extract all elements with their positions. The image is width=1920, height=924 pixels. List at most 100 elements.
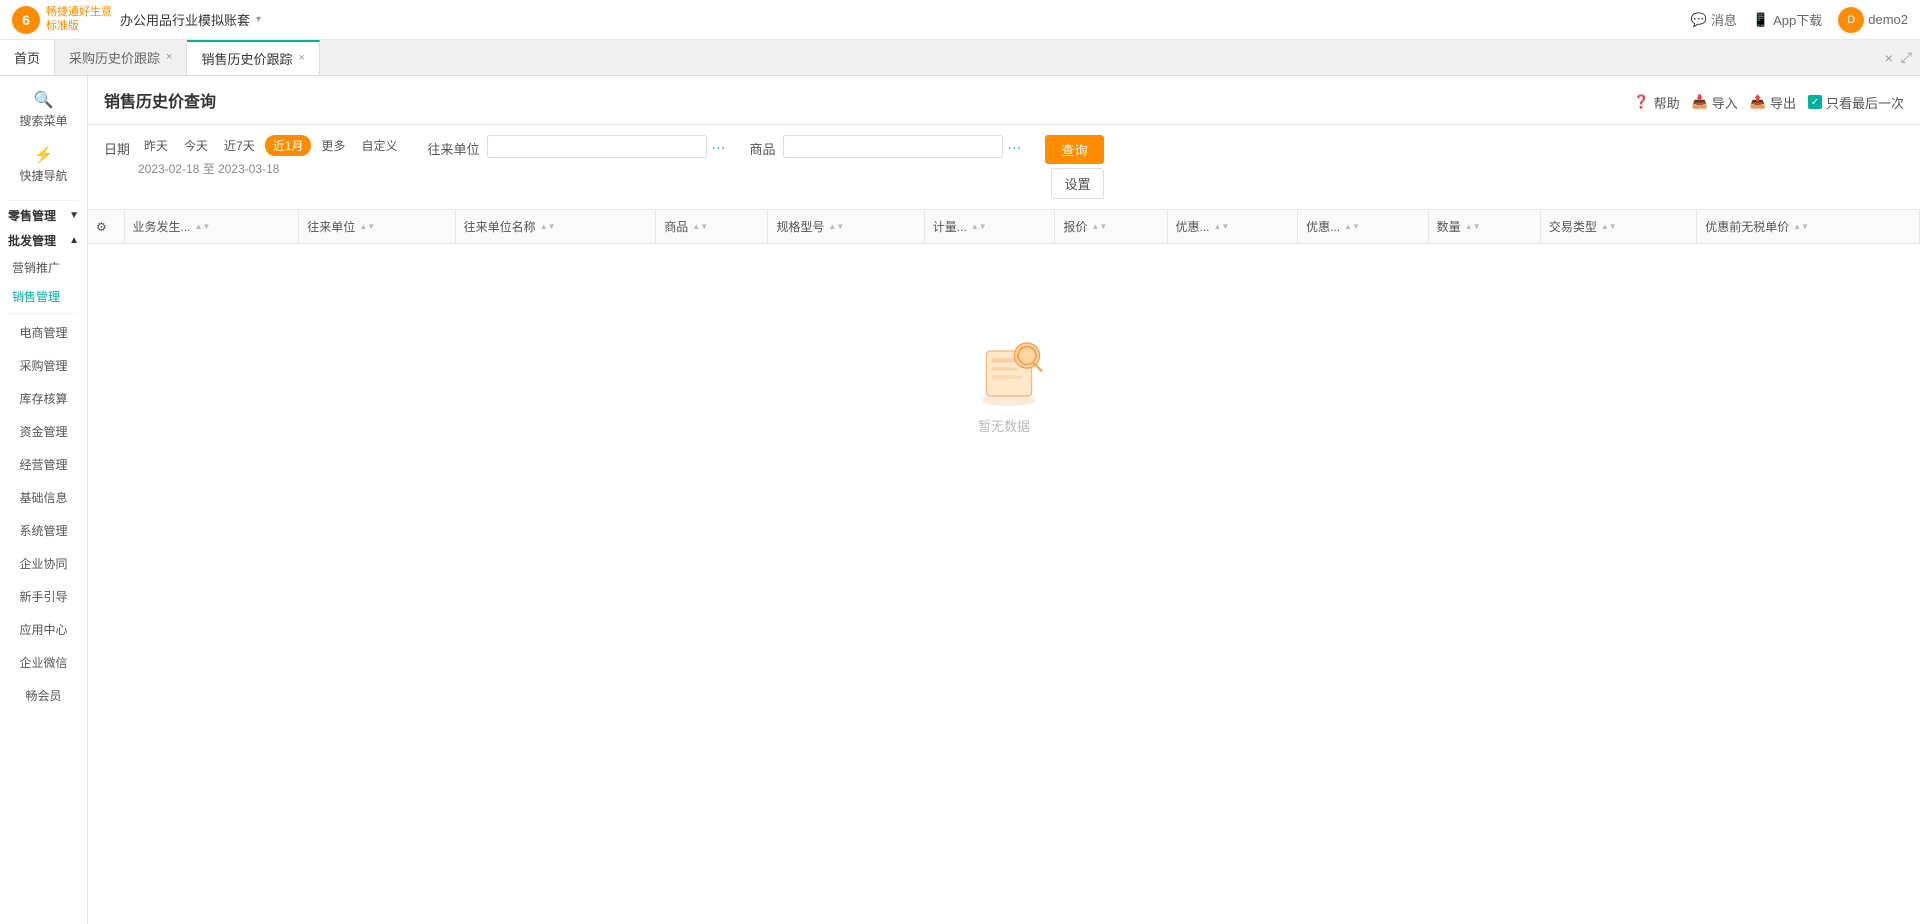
help-button[interactable]: ❓ 帮助 [1633, 93, 1679, 112]
app-dropdown-arrow[interactable]: ▾ [256, 14, 261, 25]
col-partner-code[interactable]: 往来单位 ▲▼ [299, 210, 455, 244]
filter-bar: 日期 昨天 今天 近7天 近1月 更多 自定义 2023-02-18 至 202… [88, 125, 1920, 210]
sort-icon-partner-code: ▲▼ [359, 223, 375, 231]
filter-action-buttons: 查询 设置 [1045, 135, 1103, 199]
partner-search-icon[interactable]: ··· [711, 139, 725, 155]
sidebar-item-marketing[interactable]: 营销推广 [0, 253, 87, 282]
col-unit[interactable]: 计量... ▲▼ [924, 210, 1055, 244]
col-product[interactable]: 商品 ▲▼ [656, 210, 768, 244]
col-pre-tax-price[interactable]: 优惠前无税单价 ▲▼ [1697, 210, 1920, 244]
topbar-left: 6 畅捷通好生意 标准版 办公用品行业模拟账套 ▾ [12, 6, 261, 34]
setting-button[interactable]: 设置 [1051, 168, 1103, 199]
empty-icon [964, 324, 1044, 404]
empty-illustration [964, 324, 1054, 414]
col-discount2[interactable]: 优惠... ▲▼ [1298, 210, 1429, 244]
page-header: 销售历史价查询 ❓ 帮助 📥 导入 📤 导出 ✓ [88, 76, 1920, 125]
empty-state: 暂无数据 [88, 244, 1920, 515]
logo-icon: 6 [12, 6, 40, 34]
product-input-area: ··· [783, 135, 1021, 158]
col-partner-name[interactable]: 往来单位名称 ▲▼ [455, 210, 656, 244]
tab-sales-history[interactable]: 销售历史价跟踪 × [187, 40, 319, 75]
date-btn-1month[interactable]: 近1月 [265, 135, 312, 156]
sidebar-item-shortcut[interactable]: ⚡ 快捷导航 [0, 137, 87, 192]
only-last-checkbox[interactable]: ✓ 只看最后一次 [1808, 93, 1904, 112]
content-area: 销售历史价查询 ❓ 帮助 📥 导入 📤 导出 ✓ [88, 76, 1920, 924]
product-filter-group: 商品 ··· [749, 135, 1021, 158]
sort-icon-spec: ▲▼ [828, 223, 844, 231]
import-icon: 📥 [1692, 94, 1708, 110]
sidebar-item-system[interactable]: 系统管理 [0, 514, 87, 547]
date-btn-more[interactable]: 更多 [315, 135, 351, 156]
sort-icon-discount1: ▲▼ [1214, 223, 1230, 231]
col-discount1[interactable]: 优惠... ▲▼ [1167, 210, 1298, 244]
export-button[interactable]: 📤 导出 [1750, 93, 1796, 112]
app-download-button[interactable]: 📱 App下载 [1753, 10, 1822, 29]
sidebar-item-ecommerce[interactable]: 电商管理 [0, 316, 87, 349]
date-btn-today[interactable]: 今天 [178, 135, 214, 156]
date-btn-7days[interactable]: 近7天 [218, 135, 261, 156]
data-table: ⚙ 业务发生... ▲▼ 往来单位 ▲▼ [88, 210, 1920, 244]
page-toolbar: ❓ 帮助 📥 导入 📤 导出 ✓ 只看最后一次 [1633, 93, 1904, 120]
sidebar-item-enterprise[interactable]: 企业协同 [0, 547, 87, 580]
sort-icon-partner-name: ▲▼ [540, 223, 556, 231]
sidebar-item-guide[interactable]: 新手引导 [0, 580, 87, 613]
help-icon: ❓ [1633, 94, 1649, 110]
date-buttons: 昨天 今天 近7天 近1月 更多 自定义 2023-02-18 至 2023-0… [138, 135, 403, 177]
col-quote[interactable]: 报价 ▲▼ [1055, 210, 1167, 244]
sidebar-item-wechat[interactable]: 企业微信 [0, 646, 87, 679]
sort-icon-trade-type: ▲▼ [1601, 223, 1617, 231]
date-range-display: 2023-02-18 至 2023-03-18 [138, 160, 403, 177]
partner-filter-label: 往来单位 [427, 135, 479, 158]
retail-arrow-icon: ▼ [69, 210, 79, 221]
partner-input[interactable] [487, 135, 707, 158]
close-window-button[interactable]: × [1885, 50, 1893, 66]
product-input[interactable] [783, 135, 1003, 158]
sidebar-divider-1 [8, 200, 79, 201]
search-icon: 🔍 [34, 90, 54, 110]
sidebar-group-wholesale[interactable]: 批发管理 ▲ [0, 228, 87, 253]
tab-purchase-history[interactable]: 采购历史价跟踪 × [55, 40, 187, 75]
sidebar-top-section: 🔍 搜索菜单 ⚡ 快捷导航 [0, 76, 87, 198]
sidebar-item-member[interactable]: 畅会员 [0, 679, 87, 712]
current-app-name: 办公用品行业模拟账套 [120, 10, 250, 29]
topbar-app[interactable]: 办公用品行业模拟账套 ▾ [120, 10, 261, 29]
settings-icon[interactable]: ⚙ [96, 220, 107, 234]
query-button[interactable]: 查询 [1045, 135, 1103, 164]
tabbar: 首页 采购历史价跟踪 × 销售历史价跟踪 × × ⤢ [0, 40, 1920, 76]
maximize-window-button[interactable]: ⤢ [1901, 49, 1912, 66]
main-layout: 🔍 搜索菜单 ⚡ 快捷导航 零售管理 ▼ 批发管理 ▲ 营销推广 销售管理 电商… [0, 76, 1920, 924]
date-btn-custom[interactable]: 自定义 [355, 135, 403, 156]
checkbox-icon: ✓ [1808, 95, 1822, 109]
sidebar-item-inventory[interactable]: 库存核算 [0, 382, 87, 415]
sidebar-item-search[interactable]: 🔍 搜索菜单 [0, 82, 87, 137]
import-button[interactable]: 📥 导入 [1692, 93, 1738, 112]
tab-close-sales[interactable]: × [298, 53, 304, 64]
sidebar-item-finance[interactable]: 资金管理 [0, 415, 87, 448]
col-biz-date[interactable]: 业务发生... ▲▼ [124, 210, 299, 244]
product-search-icon[interactable]: ··· [1007, 139, 1021, 155]
partner-filter-group: 往来单位 ··· [427, 135, 725, 158]
sidebar-group-retail[interactable]: 零售管理 ▼ [0, 203, 87, 228]
date-btn-yesterday[interactable]: 昨天 [138, 135, 174, 156]
user-menu[interactable]: D demo2 [1838, 7, 1908, 33]
tab-home[interactable]: 首页 [0, 40, 55, 75]
sidebar-item-appstore[interactable]: 应用中心 [0, 613, 87, 646]
sidebar-item-basic[interactable]: 基础信息 [0, 481, 87, 514]
sidebar: 🔍 搜索菜单 ⚡ 快捷导航 零售管理 ▼ 批发管理 ▲ 营销推广 销售管理 电商… [0, 76, 88, 924]
date-options-row: 昨天 今天 近7天 近1月 更多 自定义 [138, 135, 403, 156]
sidebar-item-operations[interactable]: 经营管理 [0, 448, 87, 481]
sort-icon-quote: ▲▼ [1091, 223, 1107, 231]
message-button[interactable]: 💬 消息 [1691, 10, 1737, 29]
sidebar-divider-2 [8, 313, 79, 314]
col-quantity[interactable]: 数量 ▲▼ [1428, 210, 1540, 244]
col-trade-type[interactable]: 交易类型 ▲▼ [1540, 210, 1696, 244]
topbar-right: 💬 消息 📱 App下载 D demo2 [1691, 7, 1908, 33]
tab-close-purchase[interactable]: × [166, 52, 172, 63]
sidebar-item-purchase[interactable]: 采购管理 [0, 349, 87, 382]
avatar: D [1838, 7, 1864, 33]
sort-icon-pre-tax-price: ▲▼ [1793, 223, 1809, 231]
logo-area: 6 畅捷通好生意 标准版 [12, 6, 112, 34]
col-spec[interactable]: 规格型号 ▲▼ [768, 210, 924, 244]
product-filter-label: 商品 [749, 135, 775, 158]
sidebar-item-sales[interactable]: 销售管理 [0, 282, 87, 311]
